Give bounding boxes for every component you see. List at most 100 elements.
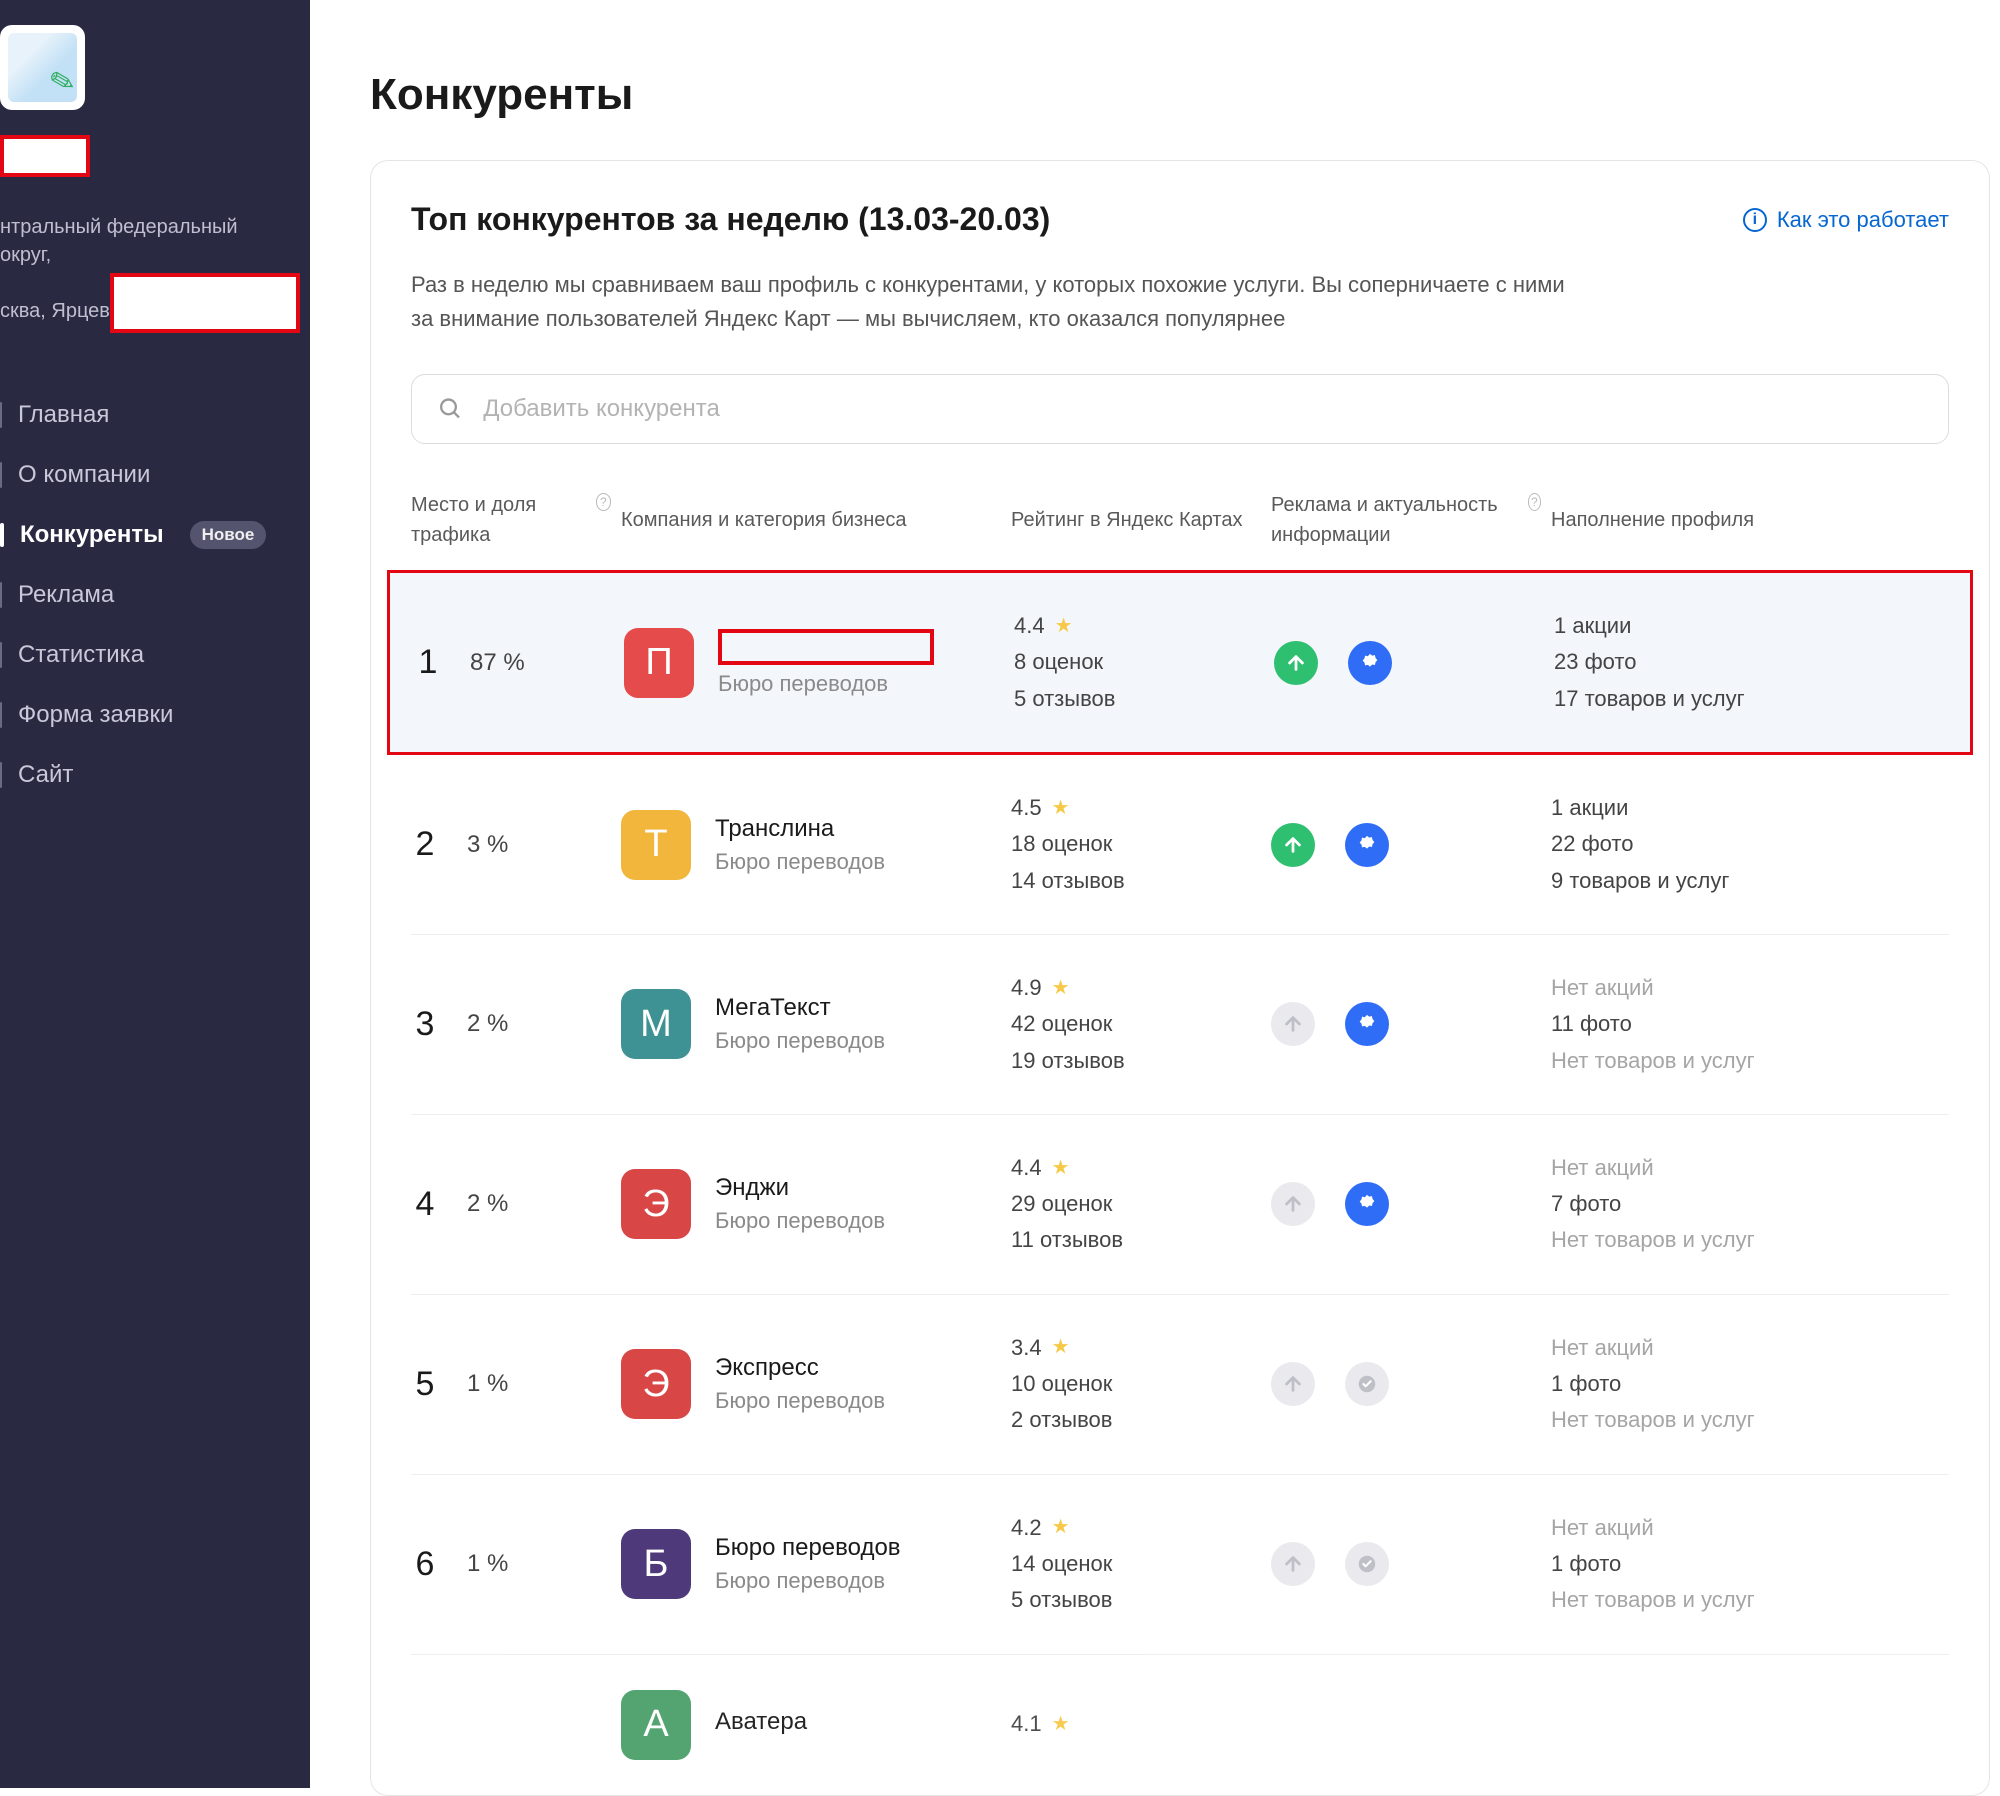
star-icon: ★ — [1052, 1511, 1070, 1544]
help-icon[interactable]: ? — [596, 493, 611, 511]
sidebar-item-label: Главная — [18, 401, 109, 429]
sidebar-item-stats[interactable]: Статистика — [0, 625, 310, 685]
company-avatar: П — [624, 628, 694, 698]
photo-count: 1 фото — [1551, 1546, 1949, 1582]
company-name: Экспресс — [715, 1354, 885, 1382]
sidebar-item-label: Реклама — [18, 581, 114, 609]
star-icon: ★ — [1052, 792, 1070, 825]
company-avatar: М — [621, 989, 691, 1059]
col-rank: 4 2 % — [411, 1185, 611, 1224]
photo-count: 7 фото — [1551, 1186, 1949, 1222]
rank-number: 4 — [411, 1185, 439, 1224]
promo-count: Нет акций — [1551, 1150, 1949, 1186]
col-fill: Нет акций 1 фото Нет товаров и услуг — [1551, 1330, 1949, 1439]
photo-count: 1 фото — [1551, 1366, 1949, 1402]
how-it-works-label: Как это работает — [1777, 207, 1949, 233]
sidebar-header: нтральный федеральный округ, сква, Ярцев… — [0, 0, 310, 325]
col-rating: 4.5 ★ 18 оценок 14 отзывов — [1011, 790, 1261, 899]
new-badge: Новое — [190, 521, 267, 549]
sidebar-item-ads[interactable]: Реклама — [0, 565, 310, 625]
table-row[interactable]: 5 1 %Э ЭкспрессБюро переводов3.4 ★ 10 оц… — [411, 1294, 1949, 1474]
rating-value: 4.4 — [1011, 1150, 1042, 1186]
card-header: Топ конкурентов за неделю (13.03-20.03) … — [411, 201, 1949, 238]
star-icon: ★ — [1052, 1708, 1070, 1741]
company-category: Бюро переводов — [715, 849, 885, 875]
sidebar-item-form[interactable]: Форма заявки — [0, 685, 310, 745]
reviews-count: 2 отзывов — [1011, 1402, 1261, 1438]
promo-count: 1 акции — [1554, 608, 1946, 644]
photo-count: 22 фото — [1551, 826, 1949, 862]
ads-active-icon[interactable] — [1271, 1362, 1315, 1406]
col-company: П Бюро переводов — [624, 628, 1004, 698]
info-verified-icon[interactable] — [1345, 1182, 1389, 1226]
card-description: Раз в неделю мы сравниваем ваш профиль с… — [411, 268, 1581, 336]
promo-count: 1 акции — [1551, 790, 1949, 826]
reviews-count: 5 отзывов — [1014, 681, 1264, 717]
star-icon: ★ — [1052, 1152, 1070, 1185]
info-verified-icon[interactable] — [1348, 641, 1392, 685]
info-icon: i — [1743, 208, 1767, 232]
sidebar-item-about[interactable]: О компании — [0, 445, 310, 505]
company-logo[interactable] — [0, 25, 85, 110]
company-avatar: А — [621, 1690, 691, 1760]
goods-count: Нет товаров и услуг — [1551, 1402, 1949, 1438]
sidebar-item-label: Конкуренты — [20, 521, 164, 549]
rank-percent: 87 % — [470, 649, 525, 677]
col-rating: 4.9 ★ 42 оценок 19 отзывов — [1011, 970, 1261, 1079]
sidebar-item-main[interactable]: Главная — [0, 385, 310, 445]
competitors-card: Топ конкурентов за неделю (13.03-20.03) … — [370, 160, 1990, 1796]
ads-active-icon[interactable] — [1271, 1002, 1315, 1046]
company-avatar: Б — [621, 1529, 691, 1599]
reviews-count: 11 отзывов — [1011, 1222, 1261, 1258]
info-verified-icon[interactable] — [1345, 1002, 1389, 1046]
star-icon: ★ — [1055, 610, 1073, 643]
main-content: Конкуренты Топ конкурентов за неделю (13… — [310, 0, 2000, 1788]
info-verified-icon[interactable] — [1345, 1362, 1389, 1406]
rank-number: 3 — [411, 1005, 439, 1044]
table-row[interactable]: 6 1 %Б Бюро переводовБюро переводов4.2 ★… — [411, 1474, 1949, 1654]
rank-number: 5 — [411, 1365, 439, 1404]
ratings-count: 10 оценок — [1011, 1366, 1261, 1402]
table-row[interactable]: 3 2 %М МегаТекстБюро переводов4.9 ★ 42 о… — [411, 934, 1949, 1114]
sidebar-item-label: О компании — [18, 461, 150, 489]
ads-active-icon[interactable] — [1271, 1542, 1315, 1586]
info-verified-icon[interactable] — [1345, 823, 1389, 867]
table-row[interactable]: 1 87 %П Бюро переводов4.4 ★ 8 оценок 5 о… — [387, 570, 1973, 755]
col-rank: 5 1 % — [411, 1365, 611, 1404]
company-name: Транслина — [715, 815, 885, 843]
photo-count: 23 фото — [1554, 644, 1946, 680]
sidebar-item-site[interactable]: Сайт — [0, 745, 310, 805]
table-row[interactable]: 4 2 %Э ЭнджиБюро переводов4.4 ★ 29 оцено… — [411, 1114, 1949, 1294]
reviews-count: 5 отзывов — [1011, 1582, 1261, 1618]
company-category: Бюро переводов — [715, 1388, 885, 1414]
how-it-works-link[interactable]: i Как это работает — [1743, 207, 1949, 233]
ads-active-icon[interactable] — [1271, 1182, 1315, 1226]
th-company: Компания и категория бизнеса — [621, 505, 1001, 535]
col-company: А Аватера — [621, 1690, 1001, 1760]
search-icon — [438, 396, 463, 422]
company-name: Энджи — [715, 1174, 885, 1202]
col-rating: 3.4 ★ 10 оценок 2 отзывов — [1011, 1330, 1261, 1439]
sidebar-item-competitors[interactable]: Конкуренты Новое — [0, 505, 310, 565]
star-icon: ★ — [1052, 1331, 1070, 1364]
ads-active-icon[interactable] — [1274, 641, 1318, 685]
col-ads — [1274, 641, 1544, 685]
col-ads — [1271, 823, 1541, 867]
table-row[interactable]: А Аватера4.1 ★ — [411, 1654, 1949, 1795]
help-icon[interactable]: ? — [1528, 493, 1541, 511]
ads-active-icon[interactable] — [1271, 823, 1315, 867]
card-title: Топ конкурентов за неделю (13.03-20.03) — [411, 201, 1050, 238]
ratings-count: 42 оценок — [1011, 1006, 1261, 1042]
info-verified-icon[interactable] — [1345, 1542, 1389, 1586]
ratings-count: 14 оценок — [1011, 1546, 1261, 1582]
col-rank: 2 3 % — [411, 825, 611, 864]
search-input[interactable] — [483, 395, 1922, 423]
rank-percent: 1 % — [467, 1550, 508, 1578]
table-row[interactable]: 2 3 %Т ТранслинаБюро переводов4.5 ★ 18 о… — [411, 755, 1949, 934]
search-box[interactable] — [411, 374, 1949, 444]
rank-number: 2 — [411, 825, 439, 864]
goods-count: Нет товаров и услуг — [1551, 1222, 1949, 1258]
th-ads: Реклама и актуальность информации ? — [1271, 490, 1541, 550]
app-shell: нтральный федеральный округ, сква, Ярцев… — [0, 0, 2000, 1788]
promo-count: Нет акций — [1551, 1330, 1949, 1366]
